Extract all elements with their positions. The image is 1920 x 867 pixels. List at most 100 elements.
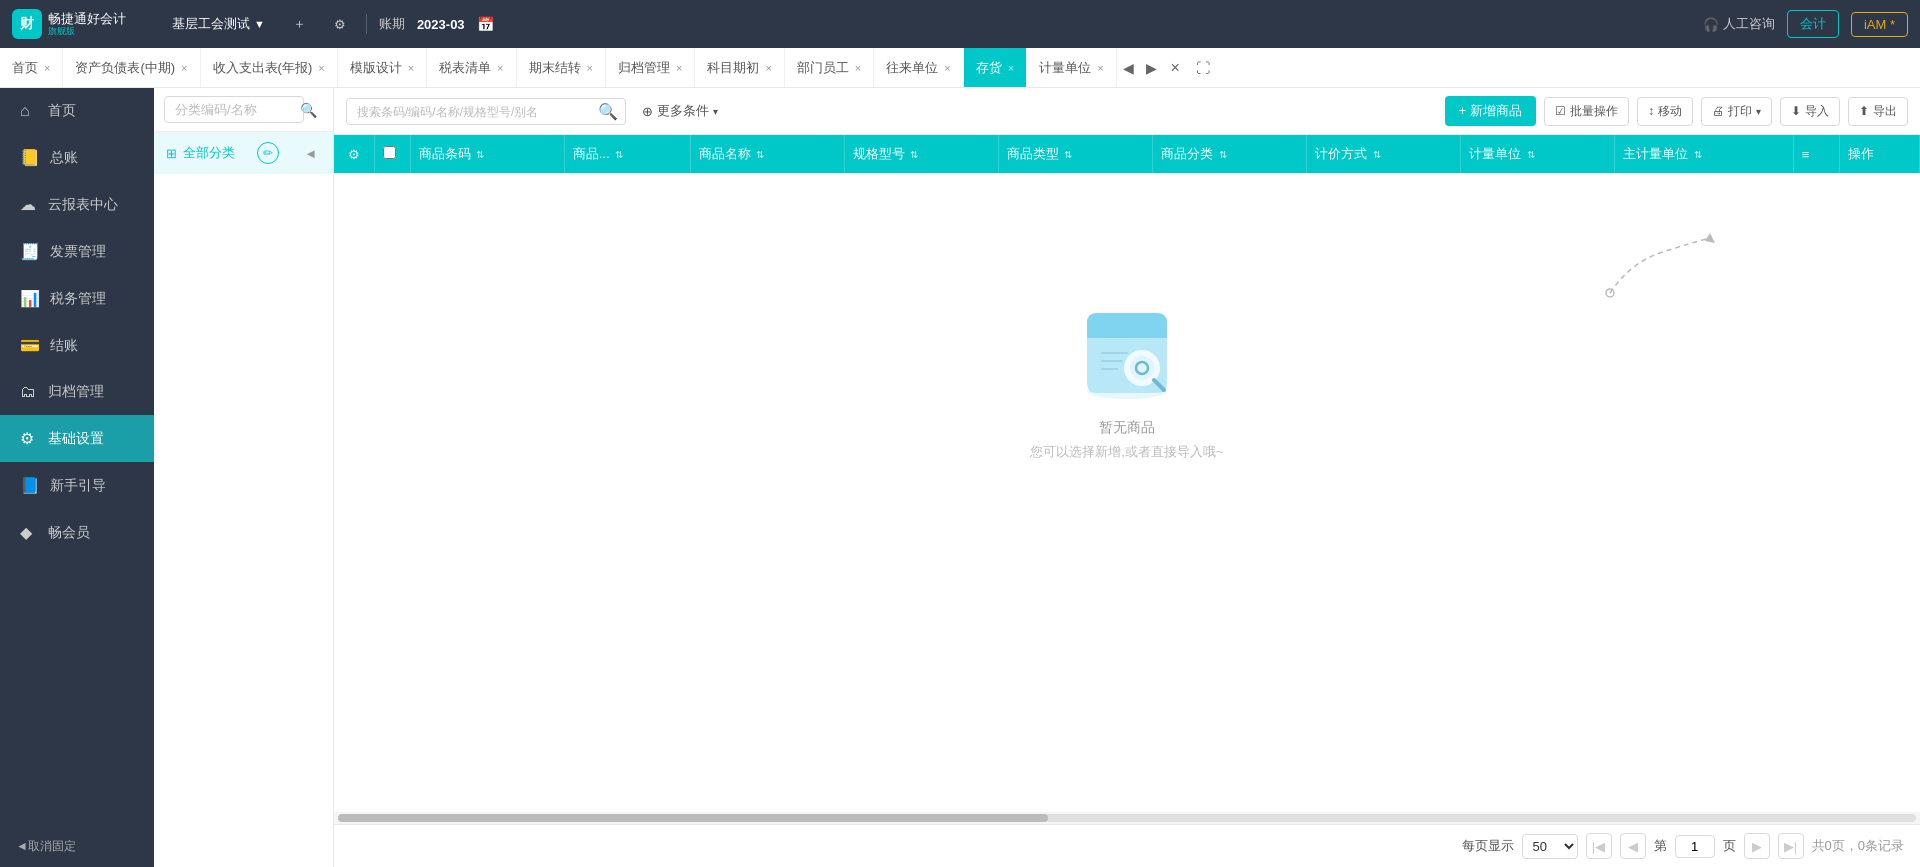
- tab-dept-close[interactable]: ×: [855, 62, 861, 74]
- table-header-row: ⚙ 商品条码 ⇅ 商品... ⇅ 商品名称 ⇅ 规格型号 ⇅ 商品类型 ⇅ 商品…: [334, 135, 1920, 173]
- tab-home[interactable]: 首页 ×: [0, 48, 63, 87]
- sidebar-item-checkout[interactable]: 💳 结账: [0, 322, 154, 369]
- tab-subject-init[interactable]: 科目期初 ×: [695, 48, 784, 87]
- sort-arrows-unit: ⇅: [1527, 149, 1535, 160]
- tab-tax-close[interactable]: ×: [497, 62, 503, 74]
- tab-close-all-btn[interactable]: ×: [1163, 59, 1188, 77]
- main-area: ⌂ 首页 📒 总账 ☁ 云报表中心 🧾 发票管理 📊 税务管理 💳 结账 🗂 归…: [0, 88, 1920, 867]
- tab-subject-close[interactable]: ×: [765, 62, 771, 74]
- category-edit-btn[interactable]: ✏: [257, 142, 279, 164]
- batch-op-btn[interactable]: ☑ 批量操作: [1544, 97, 1629, 126]
- th-main-unit[interactable]: 主计量单位 ⇅: [1615, 135, 1793, 173]
- tab-home-close[interactable]: ×: [44, 62, 50, 74]
- sidebar-item-ledger[interactable]: 📒 总账: [0, 134, 154, 181]
- th-barcode[interactable]: 商品条码 ⇅: [410, 135, 564, 173]
- sidebar-item-cloud[interactable]: ☁ 云报表中心: [0, 181, 154, 228]
- tab-archive-close[interactable]: ×: [676, 62, 682, 74]
- h-scroll-thumb[interactable]: [338, 814, 1048, 822]
- svg-marker-0: [1705, 233, 1715, 243]
- tab-period-close[interactable]: 期末结转 ×: [517, 48, 606, 87]
- category-search-icon[interactable]: 🔍: [300, 102, 317, 118]
- print-label: 打印: [1728, 103, 1752, 120]
- tab-tax[interactable]: 税表清单 ×: [427, 48, 516, 87]
- tab-unit[interactable]: 计量单位 ×: [1027, 48, 1116, 87]
- collapse-panel-btn[interactable]: ◄: [300, 146, 321, 161]
- th-extra[interactable]: ≡: [1793, 135, 1839, 173]
- th-checkbox[interactable]: [374, 135, 410, 173]
- tab-balance-close[interactable]: ×: [181, 62, 187, 74]
- tab-balance-sheet[interactable]: 资产负债表(中期) ×: [63, 48, 200, 87]
- tab-template[interactable]: 模版设计 ×: [338, 48, 427, 87]
- print-btn[interactable]: 🖨 打印 ▾: [1701, 97, 1772, 126]
- th-type[interactable]: 商品类型 ⇅: [998, 135, 1152, 173]
- category-all[interactable]: ⊞ 全部分类 ✏ ◄: [154, 132, 333, 174]
- add-tab-btn[interactable]: ＋: [285, 11, 314, 37]
- tab-inventory[interactable]: 存货 ×: [964, 48, 1027, 87]
- new-product-btn[interactable]: + 新增商品: [1445, 96, 1536, 126]
- tab-contacts-close[interactable]: ×: [944, 62, 950, 74]
- prev-page-btn[interactable]: ◀: [1620, 833, 1646, 859]
- cancel-fixed-btn[interactable]: ◄取消固定: [16, 838, 138, 855]
- sidebar-item-invoice[interactable]: 🧾 发票管理: [0, 228, 154, 275]
- main-search-icon[interactable]: 🔍: [598, 102, 618, 121]
- next-page-btn[interactable]: ▶: [1744, 833, 1770, 859]
- customer-service-btn[interactable]: 🎧 人工咨询: [1703, 15, 1775, 33]
- last-page-btn[interactable]: ▶|: [1778, 833, 1804, 859]
- first-page-btn[interactable]: |◀: [1586, 833, 1612, 859]
- category-actions: ✏: [257, 142, 279, 164]
- tab-contacts[interactable]: 往来单位 ×: [874, 48, 963, 87]
- select-all-checkbox[interactable]: [383, 146, 396, 159]
- iam-badge-button[interactable]: iAM *: [1851, 12, 1908, 37]
- category-all-label: 全部分类: [183, 144, 235, 162]
- h-scroll-area[interactable]: [334, 812, 1920, 824]
- per-page-select[interactable]: 50 10 20 100: [1522, 834, 1578, 859]
- category-search-input[interactable]: [164, 96, 304, 123]
- move-btn[interactable]: ↕ 移动: [1637, 97, 1693, 126]
- tab-archive[interactable]: 归档管理 ×: [606, 48, 695, 87]
- calendar-icon[interactable]: 📅: [477, 16, 494, 32]
- page-number-input[interactable]: [1675, 835, 1715, 858]
- scroll-arrow-hint: [1600, 233, 1720, 303]
- main-search-input[interactable]: [346, 98, 626, 125]
- top-header: 财 畅捷通好会计 旗舰版 基层工会测试 ▼ ＋ ⚙ 账期 2023-03 📅 🎧…: [0, 0, 1920, 48]
- tab-period-close-btn[interactable]: ×: [587, 62, 593, 74]
- batch-op-label: 批量操作: [1570, 103, 1618, 120]
- period-value: 2023-03: [417, 17, 465, 32]
- content-panel: 🔍 ⊞ 全部分类 ✏ ◄: [154, 88, 1920, 867]
- tab-next-btn[interactable]: ▶: [1140, 60, 1163, 76]
- tab-dept-label: 部门员工: [797, 59, 849, 77]
- sidebar-item-guide[interactable]: 📘 新手引导: [0, 462, 154, 509]
- tab-prev-btn[interactable]: ◀: [1117, 60, 1140, 76]
- export-btn[interactable]: ⬆ 导出: [1848, 97, 1908, 126]
- sidebar-item-archive[interactable]: 🗂 归档管理: [0, 369, 154, 415]
- tab-expand-btn[interactable]: ⛶: [1188, 60, 1218, 76]
- ledger-icon: 📒: [20, 148, 40, 167]
- th-unit[interactable]: 计量单位 ⇅: [1461, 135, 1615, 173]
- settings-btn[interactable]: ⚙: [326, 13, 354, 36]
- data-table: ⚙ 商品条码 ⇅ 商品... ⇅ 商品名称 ⇅ 规格型号 ⇅ 商品类型 ⇅ 商品…: [334, 135, 1920, 521]
- tab-template-close[interactable]: ×: [408, 62, 414, 74]
- sidebar-item-home[interactable]: ⌂ 首页: [0, 88, 154, 134]
- guide-icon: 📘: [20, 476, 40, 495]
- th-name[interactable]: 商品名称 ⇅: [690, 135, 844, 173]
- tab-unit-close[interactable]: ×: [1097, 62, 1103, 74]
- tab-department[interactable]: 部门员工 ×: [785, 48, 874, 87]
- th-spec[interactable]: 规格型号 ⇅: [844, 135, 998, 173]
- th-category[interactable]: 商品分类 ⇅: [1152, 135, 1306, 173]
- sidebar-item-tax[interactable]: 📊 税务管理: [0, 275, 154, 322]
- th-code[interactable]: 商品... ⇅: [564, 135, 690, 173]
- account-button[interactable]: 会计: [1787, 10, 1839, 38]
- tab-income[interactable]: 收入支出表(年报) ×: [201, 48, 338, 87]
- header-right: 🎧 人工咨询 会计 iAM *: [1703, 10, 1908, 38]
- tab-inventory-close[interactable]: ×: [1008, 62, 1014, 74]
- sidebar-item-member[interactable]: ◆ 畅会员: [0, 509, 154, 556]
- import-btn[interactable]: ⬇ 导入: [1780, 97, 1840, 126]
- sidebar-item-settings[interactable]: ⚙ 基础设置: [0, 415, 154, 462]
- member-icon: ◆: [20, 523, 38, 542]
- tab-income-close[interactable]: ×: [318, 62, 324, 74]
- th-settings[interactable]: ⚙: [334, 135, 374, 173]
- th-pricing[interactable]: 计价方式 ⇅: [1307, 135, 1461, 173]
- main-search-wrap: 🔍: [346, 98, 626, 125]
- more-conditions-btn[interactable]: ⊕ 更多条件 ▾: [634, 97, 726, 125]
- company-selector[interactable]: 基层工会测试 ▼: [164, 11, 273, 37]
